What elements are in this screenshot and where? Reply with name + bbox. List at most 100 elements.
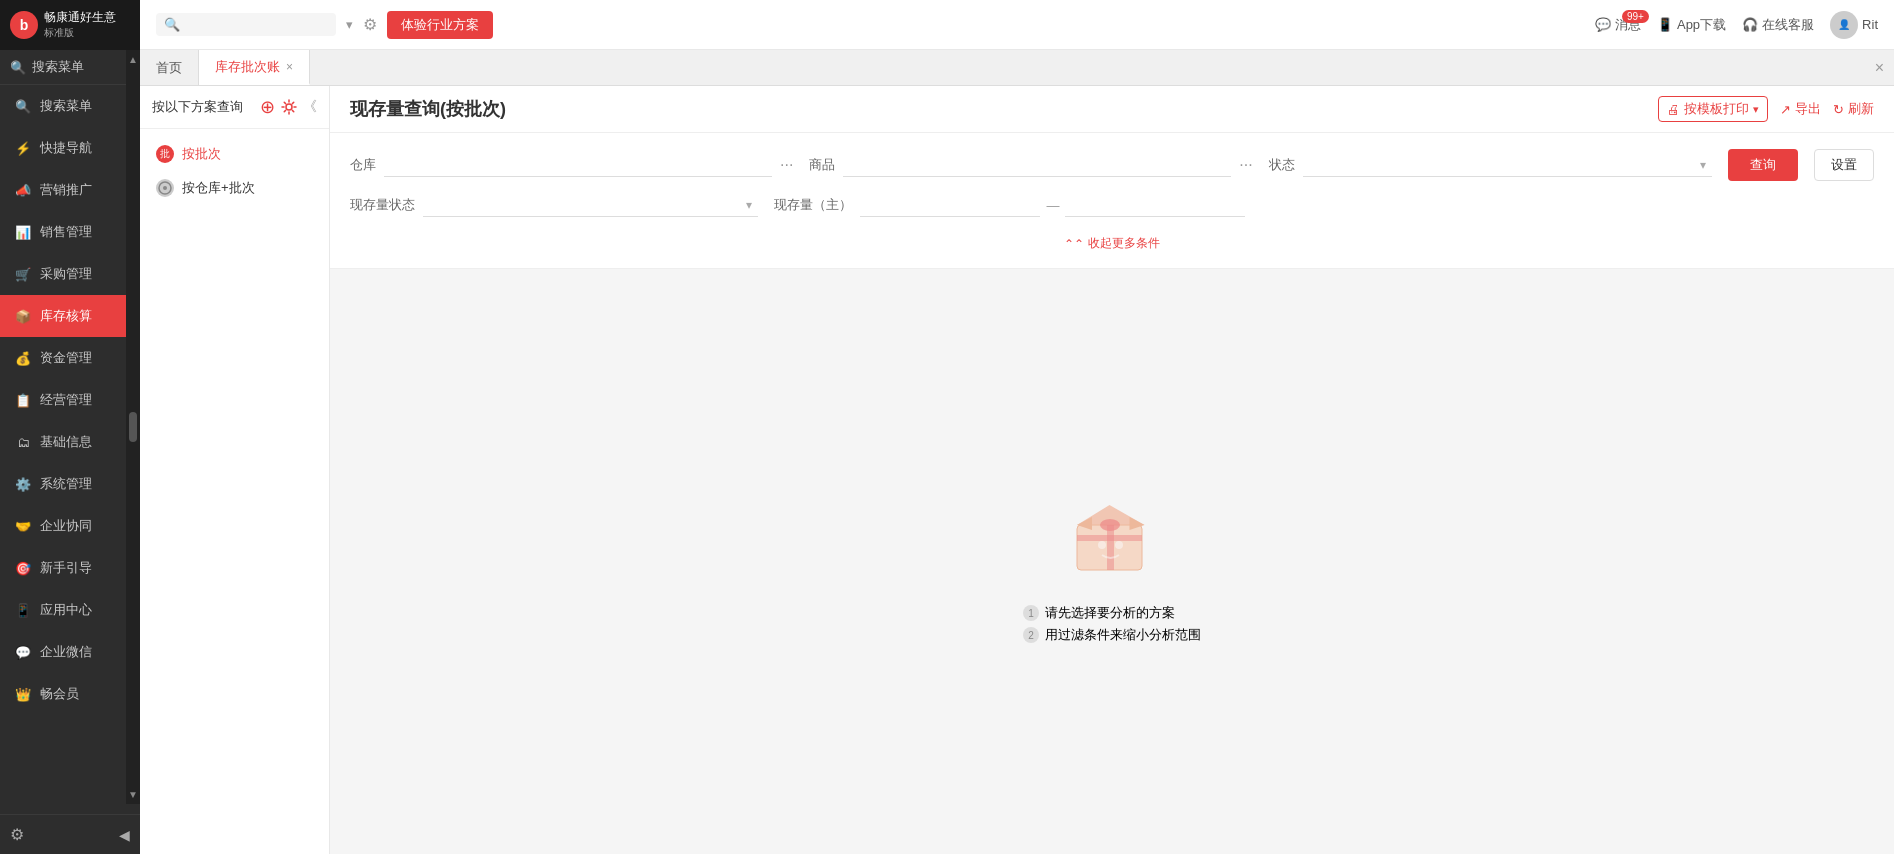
sidebar-item-finance[interactable]: 💰资金管理 bbox=[0, 337, 140, 379]
filter-row-2: 现存量状态 ▾ 现存量（主） — bbox=[350, 193, 1874, 217]
scroll-down-icon[interactable]: ▼ bbox=[128, 789, 138, 800]
topbar-dropdown-icon[interactable]: ▾ bbox=[346, 17, 353, 32]
collapse-row[interactable]: ⌃⌃ 收起更多条件 bbox=[350, 229, 1874, 252]
nav-label-wechat: 企业微信 bbox=[40, 643, 92, 661]
tip-num-2: 2 bbox=[1023, 627, 1039, 643]
sidebar-item-wechat[interactable]: 💬 企业微信 bbox=[0, 631, 140, 673]
topbar-gear-icon[interactable]: ⚙ bbox=[363, 15, 377, 34]
panel-close-button[interactable]: × bbox=[1875, 59, 1884, 77]
topbar-search-input[interactable] bbox=[184, 18, 304, 32]
export-button[interactable]: ↗ 导出 bbox=[1780, 100, 1821, 118]
scroll-thumb[interactable] bbox=[129, 412, 137, 442]
warehouse-more-icon[interactable]: ··· bbox=[780, 156, 793, 174]
sidebar-item-search[interactable]: 🔍搜索菜单 bbox=[0, 85, 140, 127]
tip-item-1: 1 请先选择要分析的方案 bbox=[1023, 604, 1201, 622]
settings-button[interactable]: 设置 bbox=[1814, 149, 1874, 181]
collapse-panel-button[interactable]: 《 bbox=[303, 98, 317, 116]
nav-label-marketing: 营销推广 bbox=[40, 181, 92, 199]
left-panel: 按以下方案查询 ⊕ 《 批 按批次 bbox=[140, 86, 330, 854]
stock-qty-filter-group: 现存量（主） — bbox=[774, 193, 1245, 217]
print-button[interactable]: 🖨 按模板打印 ▾ bbox=[1658, 96, 1768, 122]
stock-status-dropdown-icon: ▾ bbox=[746, 198, 752, 212]
message-action[interactable]: 💬 消息 99+ bbox=[1595, 16, 1641, 34]
sidebar-item-apps[interactable]: 📱应用中心 bbox=[0, 589, 140, 631]
warehouse-batch-icon bbox=[156, 179, 174, 197]
topbar-actions: 💬 消息 99+ 📱 App下载 🎧 在线客服 👤 Rit bbox=[1595, 11, 1878, 39]
sidebar-item-purchase[interactable]: 🛒采购管理 bbox=[0, 253, 140, 295]
status-dropdown-icon: ▾ bbox=[1700, 158, 1706, 172]
product-input[interactable] bbox=[843, 153, 1231, 177]
refresh-label: 刷新 bbox=[1848, 100, 1874, 118]
tip-item-2: 2 用过滤条件来缩小分析范围 bbox=[1023, 626, 1201, 644]
nav-icon-member: 👑 bbox=[14, 685, 32, 703]
tab-home[interactable]: 首页 bbox=[140, 50, 199, 85]
settings-icon[interactable]: ⚙ bbox=[10, 825, 24, 844]
sidebar-item-operations[interactable]: 📋经营管理 bbox=[0, 379, 140, 421]
warehouse-filter-group: 仓库 ··· bbox=[350, 153, 793, 177]
app-download-action[interactable]: 📱 App下载 bbox=[1657, 16, 1726, 34]
status-select[interactable]: ▾ bbox=[1303, 154, 1712, 177]
nav-icon-apps: 📱 bbox=[14, 601, 32, 619]
panel-item-batch-label: 按批次 bbox=[182, 145, 221, 163]
svg-point-10 bbox=[1100, 519, 1120, 531]
refresh-button[interactable]: ↻ 刷新 bbox=[1833, 100, 1874, 118]
query-button[interactable]: 查询 bbox=[1728, 149, 1798, 181]
stock-status-filter-group: 现存量状态 ▾ bbox=[350, 194, 758, 217]
trial-button[interactable]: 体验行业方案 bbox=[387, 11, 493, 39]
tip-text-1: 请先选择要分析的方案 bbox=[1045, 604, 1175, 622]
settings-scheme-button[interactable] bbox=[281, 99, 297, 115]
page-title: 现存量查询(按批次) bbox=[350, 97, 506, 121]
chevron-up-icon: ⌃⌃ bbox=[1064, 237, 1084, 251]
sidebar-item-enterprise[interactable]: 🤝企业协同 bbox=[0, 505, 140, 547]
avatar: 👤 bbox=[1830, 11, 1858, 39]
sidebar-item-inventory[interactable]: 📦库存核算 bbox=[0, 295, 140, 337]
stock-status-label: 现存量状态 bbox=[350, 196, 415, 214]
app-version: 标准版 bbox=[44, 26, 116, 40]
status-filter-group: 状态 ▾ bbox=[1269, 154, 1712, 177]
topbar: 🔍 ▾ ⚙ 体验行业方案 💬 消息 99+ 📱 App下载 🎧 在线客服 � bbox=[140, 0, 1894, 50]
tab-inventory-batch[interactable]: 库存批次账 × bbox=[199, 50, 310, 85]
sidebar-item-marketing[interactable]: 📣 营销推广 bbox=[0, 169, 140, 211]
nav-icon-marketing: 📣 bbox=[14, 181, 32, 199]
filter-area: 仓库 ··· 商品 ··· 状态 ▾ bbox=[330, 133, 1894, 269]
sidebar-scrollbar[interactable]: ▲ ▼ bbox=[126, 50, 140, 804]
panel-item-batch[interactable]: 批 按批次 bbox=[140, 137, 329, 171]
search-icon: 🔍 bbox=[10, 60, 26, 75]
refresh-icon: ↻ bbox=[1833, 102, 1844, 117]
topbar-search-box: 🔍 bbox=[156, 13, 336, 36]
tab-inventory-batch-label: 库存批次账 bbox=[215, 58, 280, 76]
add-scheme-button[interactable]: ⊕ bbox=[260, 96, 275, 118]
sidebar-item-member[interactable]: 👑畅会员 bbox=[0, 673, 140, 715]
empty-tips: 1 请先选择要分析的方案 2 用过滤条件来缩小分析范围 bbox=[1023, 604, 1201, 648]
stock-qty-from-input[interactable] bbox=[860, 193, 1040, 217]
sidebar-item-guide[interactable]: 🎯新手引导 bbox=[0, 547, 140, 589]
user-menu[interactable]: 👤 Rit bbox=[1830, 11, 1878, 39]
stock-status-select[interactable]: ▾ bbox=[423, 194, 758, 217]
status-label: 状态 bbox=[1269, 156, 1295, 174]
scroll-up-icon[interactable]: ▲ bbox=[128, 54, 138, 65]
nav-icon-wechat: 💬 bbox=[14, 643, 32, 661]
sidebar-item-quick[interactable]: ⚡快捷导航 bbox=[0, 127, 140, 169]
empty-state: 1 请先选择要分析的方案 2 用过滤条件来缩小分析范围 bbox=[330, 269, 1894, 854]
sidebar-search[interactable]: 🔍 搜索菜单 bbox=[0, 50, 140, 85]
sidebar-item-system[interactable]: ⚙️系统管理 bbox=[0, 463, 140, 505]
sidebar-nav: 🔍搜索菜单⚡快捷导航 📣 营销推广 📊销售管理🛒采购管理📦库存核算💰资金管理📋经营管理… bbox=[0, 85, 140, 814]
svg-point-12 bbox=[1115, 541, 1123, 549]
customer-service-label: 在线客服 bbox=[1762, 16, 1814, 34]
tab-close-icon[interactable]: × bbox=[286, 60, 293, 74]
nav-label-inventory: 库存核算 bbox=[40, 307, 92, 325]
print-dropdown-icon[interactable]: ▾ bbox=[1753, 103, 1759, 116]
empty-illustration bbox=[1057, 475, 1167, 588]
product-more-icon[interactable]: ··· bbox=[1239, 156, 1252, 174]
sidebar-item-sales[interactable]: 📊销售管理 bbox=[0, 211, 140, 253]
stock-qty-range: — bbox=[860, 193, 1245, 217]
tip-text-2: 用过滤条件来缩小分析范围 bbox=[1045, 626, 1201, 644]
left-panel-header: 按以下方案查询 ⊕ 《 bbox=[140, 86, 329, 129]
panel-item-warehouse-batch[interactable]: 按仓库+批次 bbox=[140, 171, 329, 205]
collapse-icon[interactable]: ◀ bbox=[119, 827, 130, 843]
warehouse-input[interactable] bbox=[384, 153, 772, 177]
panel-items: 批 按批次 按仓库+批次 bbox=[140, 129, 329, 213]
stock-qty-to-input[interactable] bbox=[1065, 193, 1245, 217]
sidebar-item-basic[interactable]: 🗂基础信息 bbox=[0, 421, 140, 463]
customer-service-action[interactable]: 🎧 在线客服 bbox=[1742, 16, 1814, 34]
